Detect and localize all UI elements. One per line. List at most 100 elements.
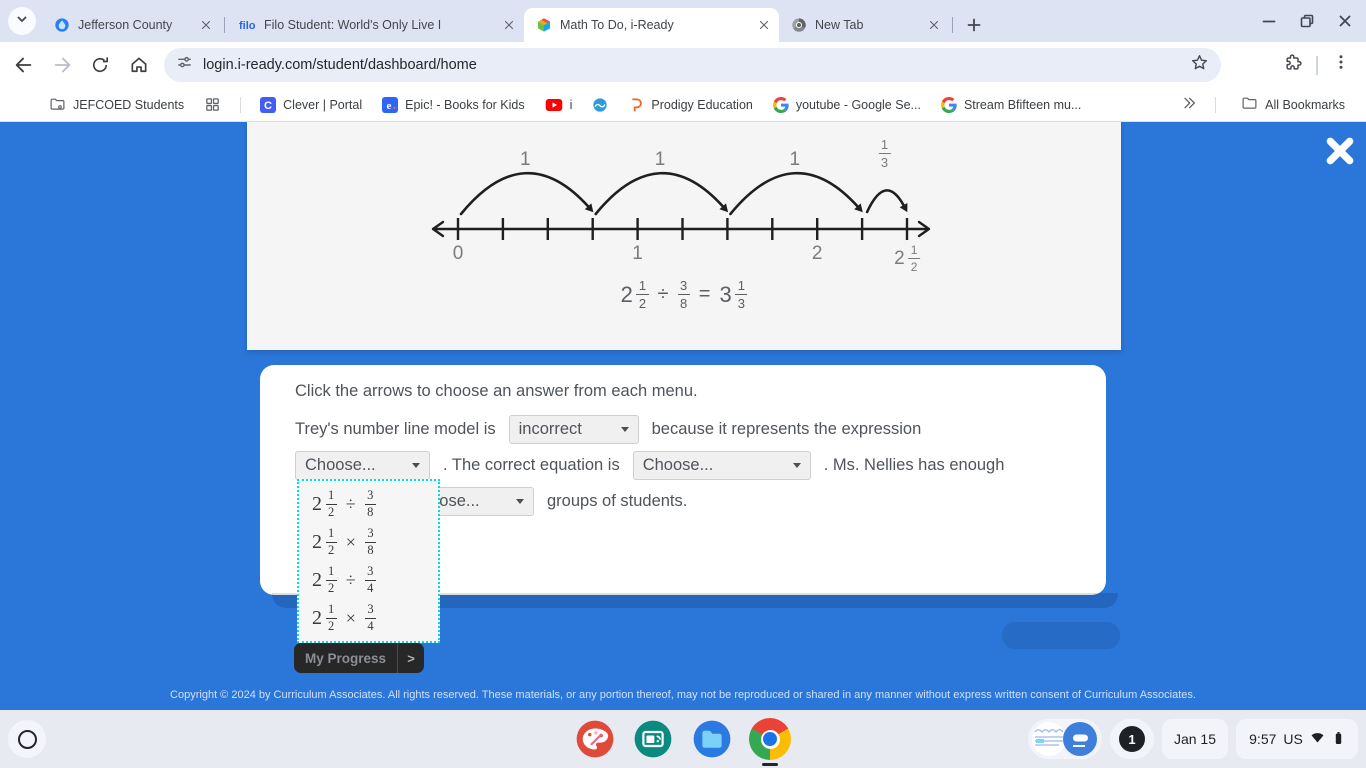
mixed-number: 212 bbox=[312, 602, 337, 633]
files-app-icon[interactable] bbox=[691, 718, 733, 760]
tab-math-to-do-i-ready[interactable]: Math To Do, i-Ready bbox=[524, 8, 779, 42]
minimize-button[interactable] bbox=[1260, 12, 1278, 30]
bookmark-label: youtube - Google Se... bbox=[795, 97, 921, 112]
bookmark-prodigy-education[interactable]: Prodigy Education bbox=[621, 93, 759, 117]
bookmark-youtube-google-se[interactable]: youtube - Google Se... bbox=[766, 93, 928, 117]
site-settings-icon[interactable] bbox=[176, 54, 193, 76]
all-bookmarks-button[interactable]: All Bookmarks bbox=[1234, 93, 1352, 117]
window-preview-pill[interactable] bbox=[1028, 719, 1102, 759]
menu-option[interactable]: 2 1 2 ÷ 3 8 bbox=[312, 485, 438, 523]
tab-close-icon[interactable] bbox=[755, 16, 773, 34]
status-tray[interactable]: 9:57 US bbox=[1236, 719, 1358, 759]
new-tab-button[interactable] bbox=[960, 11, 988, 39]
bookmark-star-icon[interactable] bbox=[1190, 53, 1209, 77]
bookmark-clever-portal[interactable]: C Clever | Portal bbox=[253, 93, 369, 117]
chevron-right-icon: > bbox=[397, 643, 424, 673]
restore-button[interactable] bbox=[1298, 12, 1316, 30]
tab-close-icon[interactable] bbox=[925, 16, 943, 34]
svg-text:e: e bbox=[387, 100, 392, 112]
tab-strip: Jefferson County filo Filo Student: World'… bbox=[0, 0, 1366, 42]
bookmark-wave-icon[interactable] bbox=[585, 93, 615, 117]
fraction: 12 bbox=[325, 602, 337, 633]
operator: ÷ bbox=[345, 493, 356, 514]
bookmark-epic-books-for-kids[interactable]: e Epic! - Books for Kids bbox=[375, 93, 532, 117]
screencast-app-icon[interactable] bbox=[632, 718, 674, 760]
reload-icon[interactable] bbox=[88, 53, 112, 77]
launcher-button[interactable] bbox=[8, 720, 46, 758]
battery-icon bbox=[1332, 730, 1345, 749]
close-activity-button[interactable] bbox=[1322, 134, 1358, 170]
lesson-content: 01221211113 2 1 2 ÷ 3 8 = 3 1 3 Click the arrows … bbox=[0, 122, 1366, 710]
chrome-app-icon[interactable] bbox=[749, 718, 791, 760]
caret-down-icon bbox=[620, 427, 629, 432]
dropdown-value: incorrect bbox=[518, 420, 582, 438]
fraction: 12 bbox=[325, 488, 337, 519]
time-text: 9:57 bbox=[1249, 731, 1277, 747]
fraction: 12 bbox=[325, 526, 337, 557]
notification-counter[interactable]: 1 bbox=[1110, 719, 1154, 759]
mixed-number: 313 bbox=[719, 279, 748, 310]
question-row-2: Choose... . The correct equation is Choo… bbox=[295, 451, 1004, 480]
my-progress-button[interactable]: My Progress > bbox=[294, 643, 424, 673]
bookmark-jefcoed-students[interactable]: JEFCOED Students bbox=[42, 93, 191, 117]
question-text: Trey's number line model is bbox=[295, 420, 496, 438]
dropdown-expression[interactable]: Choose... bbox=[295, 451, 430, 480]
tab-filo-student-world-s-only-live-i[interactable]: filo Filo Student: World's Only Live I bbox=[228, 8, 524, 42]
caret-down-icon bbox=[412, 463, 420, 468]
bookmarks-separator bbox=[240, 96, 242, 113]
bookmark-stream-bfifteen-mu[interactable]: Stream Bfifteen mu... bbox=[934, 93, 1088, 117]
tab-jefferson-county[interactable]: Jefferson County bbox=[42, 8, 221, 42]
menu-option[interactable]: 2 1 2 × 3 4 bbox=[312, 599, 438, 637]
caret-down-icon bbox=[516, 499, 524, 504]
window-controls bbox=[1260, 0, 1360, 42]
back-icon[interactable] bbox=[12, 53, 36, 77]
forward-icon[interactable] bbox=[50, 53, 74, 77]
notification-count: 1 bbox=[1119, 726, 1145, 752]
operator: ÷ bbox=[657, 283, 669, 306]
date-pill[interactable]: Jan 15 bbox=[1162, 719, 1228, 759]
tab-title: New Tab bbox=[815, 18, 864, 32]
fraction: 13 bbox=[735, 279, 748, 310]
menu-option[interactable]: 2 1 2 ÷ 3 4 bbox=[312, 561, 438, 599]
bookmark-label: Stream Bfifteen mu... bbox=[963, 97, 1082, 112]
home-icon[interactable] bbox=[127, 53, 151, 77]
fraction: 38 bbox=[364, 526, 377, 557]
filo-favicon: filo bbox=[239, 17, 256, 34]
menu-option[interactable]: 2 1 2 × 3 8 bbox=[312, 523, 438, 561]
canvas-app-icon[interactable] bbox=[574, 718, 616, 760]
dropdown-correct-equation[interactable]: Choose... bbox=[632, 451, 811, 480]
tab-title: Jefferson County bbox=[78, 18, 173, 32]
dropdown-model-judgment[interactable]: incorrect bbox=[508, 415, 639, 444]
fraction: 34 bbox=[364, 602, 377, 633]
bookmarks-bar: JEFCOED Students C Clever | Portal e Epic! -… bbox=[0, 88, 1366, 122]
operator: × bbox=[345, 607, 356, 628]
next-card-peek bbox=[1002, 622, 1120, 649]
tab-search-button[interactable] bbox=[8, 7, 36, 35]
fraction: 38 bbox=[677, 279, 690, 310]
bookmark-apps-grid-icon[interactable] bbox=[197, 93, 228, 117]
url-text[interactable]: login.i-ready.com/student/dashboard/home bbox=[203, 57, 1180, 73]
tab-title: Math To Do, i-Ready bbox=[560, 18, 674, 32]
apps-grid-icon bbox=[204, 96, 221, 113]
question-prompt: Click the arrows to choose an answer fro… bbox=[295, 382, 698, 400]
chrome-logo bbox=[749, 718, 791, 760]
google-icon bbox=[940, 96, 957, 113]
tab-close-icon[interactable] bbox=[197, 16, 215, 34]
bookmarks-overflow-icon[interactable] bbox=[1181, 95, 1197, 114]
address-bar[interactable]: login.i-ready.com/student/dashboard/home bbox=[164, 48, 1221, 82]
iready-favicon bbox=[535, 17, 552, 34]
tab-close-icon[interactable] bbox=[500, 16, 518, 34]
extensions-icon[interactable] bbox=[1283, 53, 1303, 73]
fraction: 12 bbox=[325, 564, 337, 595]
tab-separator bbox=[224, 17, 225, 33]
menu-kebab-icon[interactable] bbox=[1332, 53, 1350, 71]
numberline-figure bbox=[431, 171, 931, 240]
tab-new-tab[interactable]: New Tab bbox=[779, 8, 949, 42]
chrome-favicon bbox=[790, 17, 807, 34]
window-preview-thumbnail bbox=[1032, 722, 1097, 756]
close-window-button[interactable] bbox=[1336, 12, 1354, 30]
bookmark-i[interactable]: i bbox=[538, 93, 580, 117]
question-text: because it represents the expression bbox=[651, 420, 922, 438]
bookmark-label: Prodigy Education bbox=[651, 97, 753, 112]
google-icon bbox=[772, 96, 789, 113]
